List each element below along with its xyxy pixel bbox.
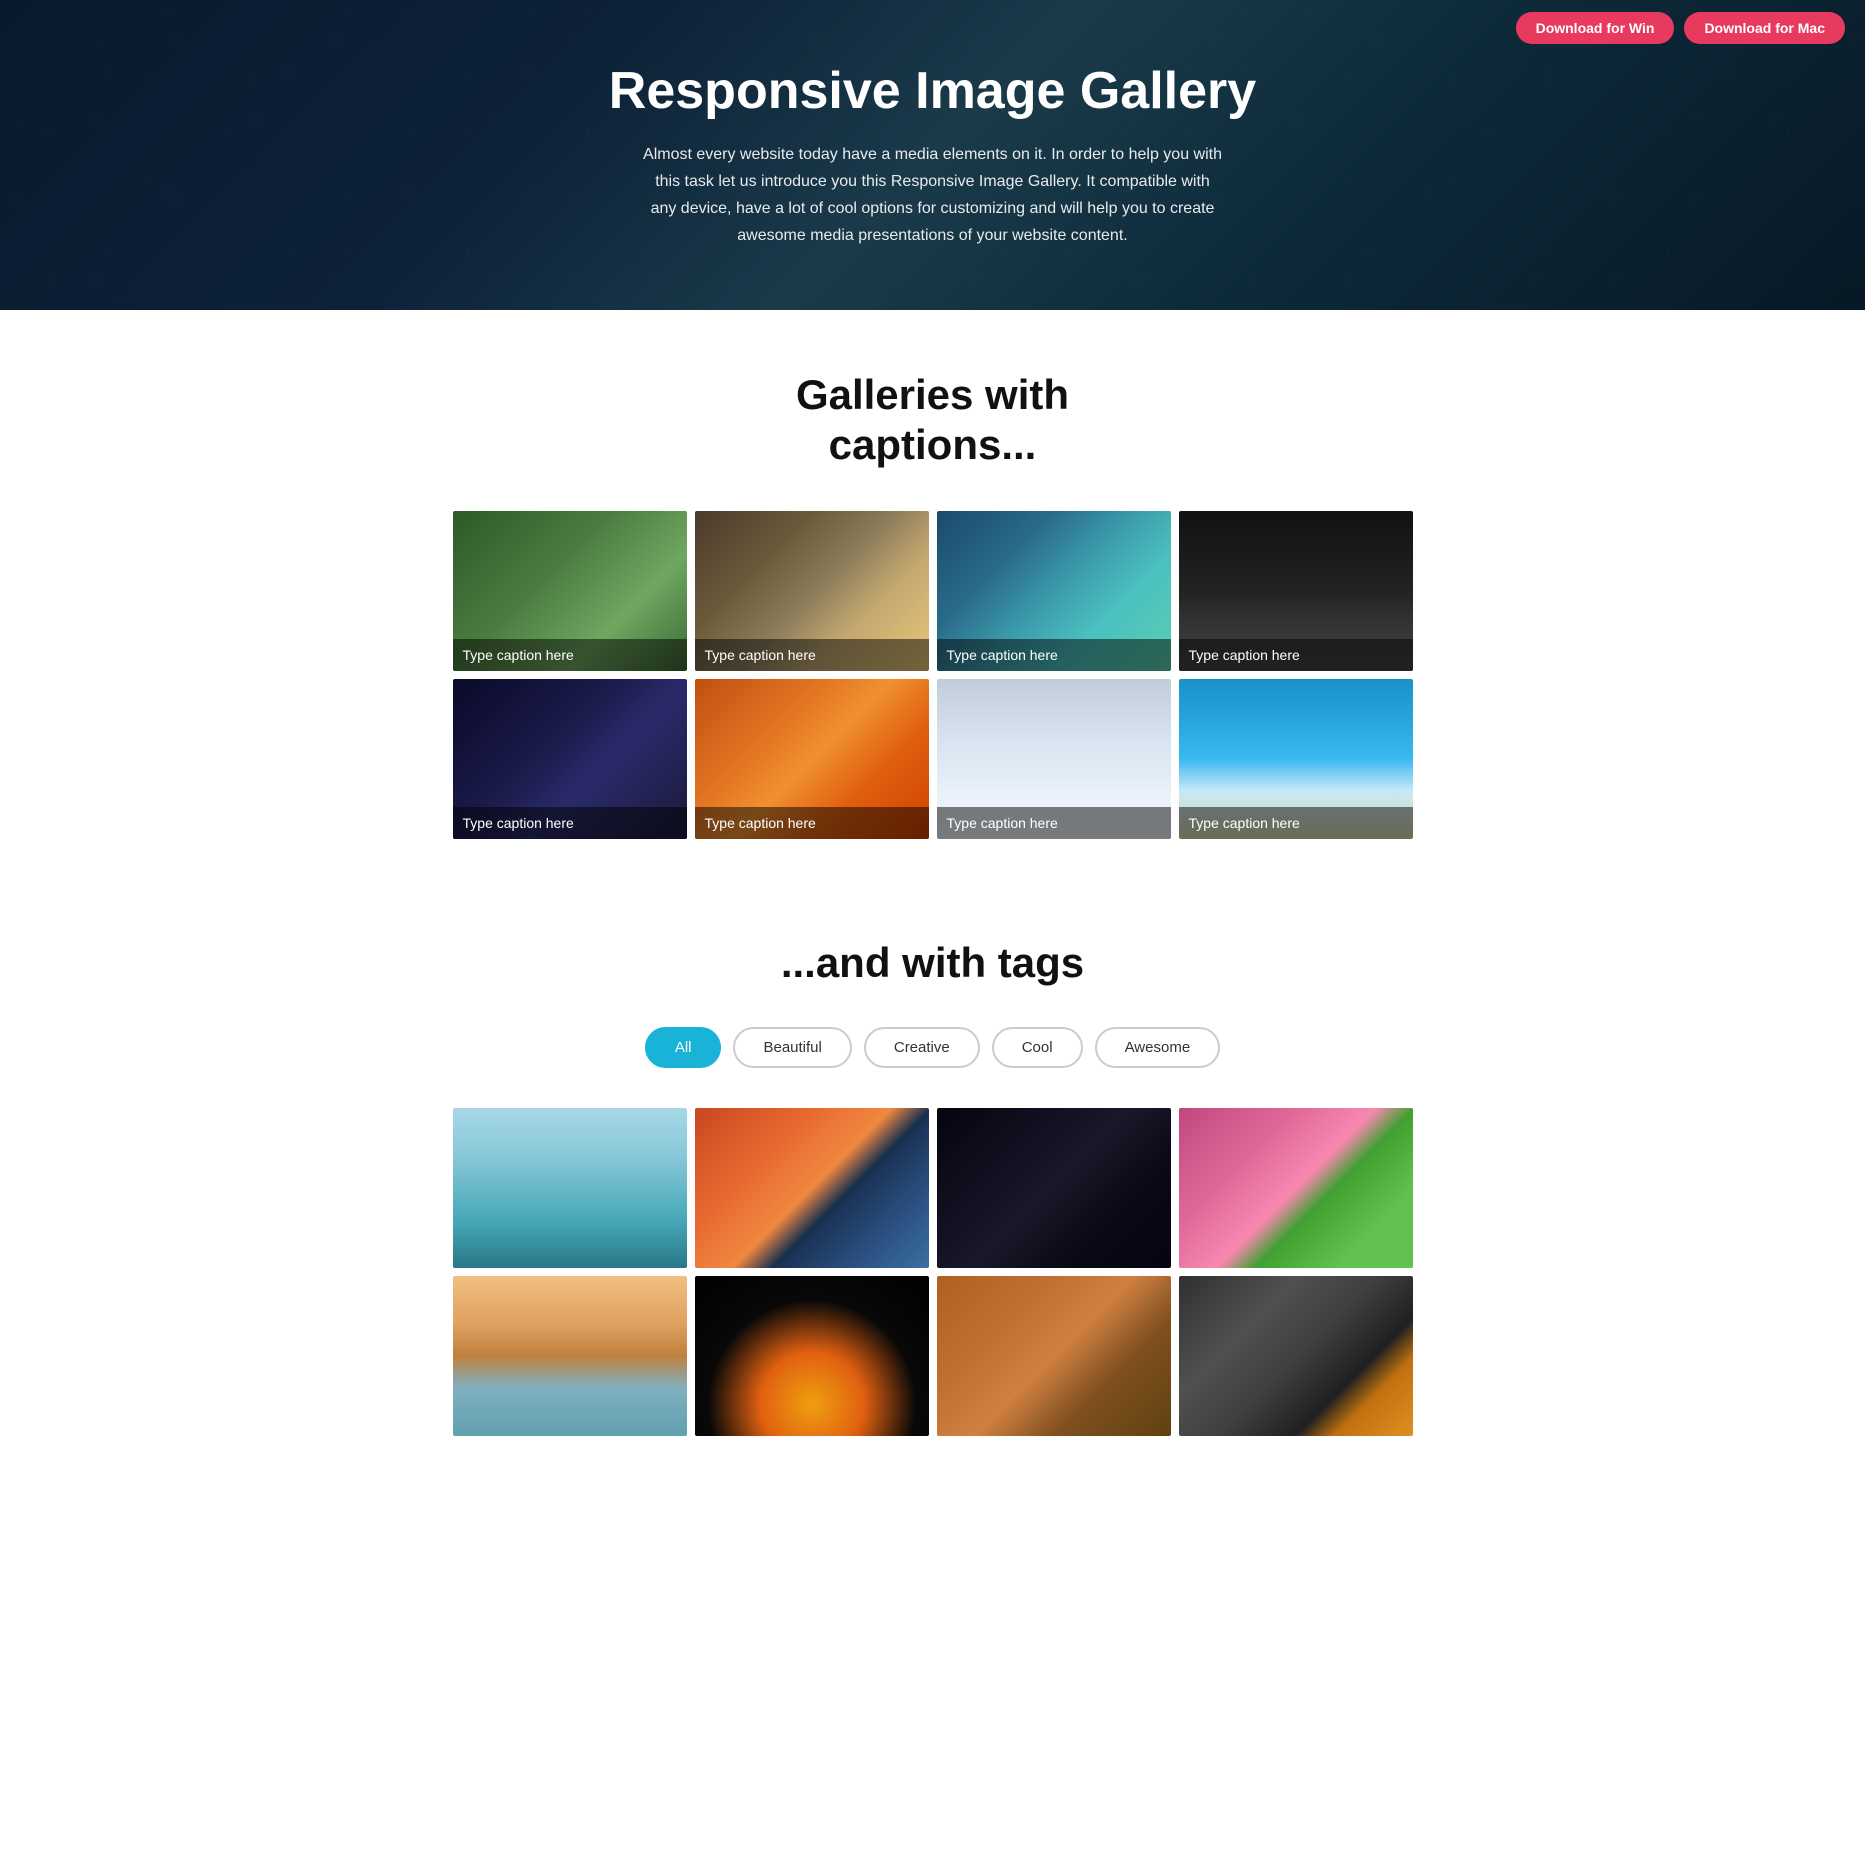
tagged-gallery-item[interactable] bbox=[453, 1276, 687, 1436]
gallery-item[interactable]: Type caption here bbox=[1179, 679, 1413, 839]
tagged-gallery-item[interactable] bbox=[1179, 1108, 1413, 1268]
gallery-caption: Type caption here bbox=[1179, 639, 1413, 671]
download-mac-button[interactable]: Download for Mac bbox=[1684, 12, 1845, 44]
download-win-button[interactable]: Download for Win bbox=[1516, 12, 1675, 44]
gallery-item[interactable]: Type caption here bbox=[1179, 511, 1413, 671]
hero-section: Download for Win Download for Mac Respon… bbox=[0, 0, 1865, 310]
tag-filter-bar: All Beautiful Creative Cool Awesome bbox=[453, 1027, 1413, 1068]
tagged-gallery-grid bbox=[453, 1108, 1413, 1436]
gallery-caption: Type caption here bbox=[937, 807, 1171, 839]
gallery-caption: Type caption here bbox=[1179, 807, 1413, 839]
gallery-caption: Type caption here bbox=[453, 807, 687, 839]
tagged-gallery-item[interactable] bbox=[695, 1276, 929, 1436]
gallery-item[interactable]: Type caption here bbox=[453, 679, 687, 839]
gallery-item[interactable]: Type caption here bbox=[695, 511, 929, 671]
gallery-item[interactable]: Type caption here bbox=[937, 511, 1171, 671]
gallery-item[interactable]: Type caption here bbox=[453, 511, 687, 671]
gallery-caption: Type caption here bbox=[695, 639, 929, 671]
gallery-caption: Type caption here bbox=[695, 807, 929, 839]
hero-description: Almost every website today have a media … bbox=[643, 141, 1223, 250]
hero-buttons: Download for Win Download for Mac bbox=[1516, 12, 1845, 44]
gallery-caption: Type caption here bbox=[937, 639, 1171, 671]
tagged-gallery-item[interactable] bbox=[1179, 1276, 1413, 1436]
tag-filter-creative[interactable]: Creative bbox=[864, 1027, 980, 1068]
tag-filter-all[interactable]: All bbox=[645, 1027, 722, 1068]
tagged-gallery-item[interactable] bbox=[937, 1108, 1171, 1268]
gallery-item[interactable]: Type caption here bbox=[695, 679, 929, 839]
gallery-item[interactable]: Type caption here bbox=[937, 679, 1171, 839]
tag-filter-awesome[interactable]: Awesome bbox=[1095, 1027, 1221, 1068]
tagged-gallery-item[interactable] bbox=[695, 1108, 929, 1268]
tags-section-title: ...and with tags bbox=[453, 939, 1413, 987]
tagged-gallery-item[interactable] bbox=[937, 1276, 1171, 1436]
gallery-caption: Type caption here bbox=[453, 639, 687, 671]
gallery-grid-captions: Type caption here Type caption here Type… bbox=[453, 511, 1413, 839]
captions-section-title: Galleries with captions... bbox=[453, 370, 1413, 471]
tagged-gallery-item[interactable] bbox=[453, 1108, 687, 1268]
hero-title: Responsive Image Gallery bbox=[609, 61, 1256, 121]
tag-filter-cool[interactable]: Cool bbox=[992, 1027, 1083, 1068]
captions-section: Galleries with captions... Type caption … bbox=[433, 310, 1433, 899]
tags-section: ...and with tags All Beautiful Creative … bbox=[433, 899, 1433, 1516]
tag-filter-beautiful[interactable]: Beautiful bbox=[733, 1027, 851, 1068]
